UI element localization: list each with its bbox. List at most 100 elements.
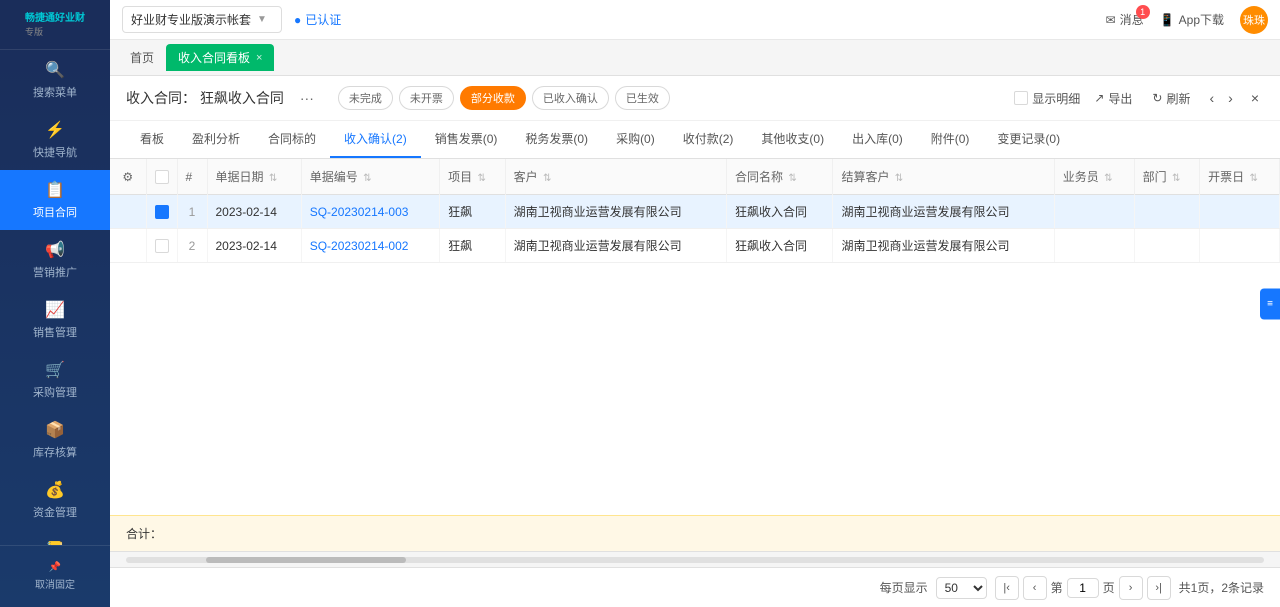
td-contract-name-0: 狂飙收入合同 bbox=[726, 195, 832, 229]
company-selector[interactable]: 好业财专业版演示帐套 ▼ bbox=[122, 6, 282, 33]
user-avatar[interactable]: 珠珠 bbox=[1240, 6, 1268, 34]
message-badge: 1 bbox=[1136, 5, 1150, 19]
per-page-select[interactable]: 50 20 100 bbox=[936, 577, 987, 599]
tab-profit[interactable]: 盈利分析 bbox=[178, 121, 254, 158]
td-gear-1 bbox=[110, 229, 146, 263]
th-settlement-customer[interactable]: 结算客户 ⇅ bbox=[833, 159, 1054, 195]
th-invoice-date[interactable]: 开票日 ⇅ bbox=[1200, 159, 1280, 195]
pagination: 每页显示 50 20 100 |‹ ‹ 第 页 › ›| 共1页，2条记录 bbox=[110, 567, 1280, 607]
header-actions: 显示明细 ↗ 导出 ↻ 刷新 ‹ › × bbox=[1014, 87, 1264, 110]
bill-no-link-0[interactable]: SQ-20230214-003 bbox=[310, 205, 409, 219]
table-row[interactable]: 1 2023-02-14 SQ-20230214-003 狂飙 湖南卫视商业运营… bbox=[110, 195, 1280, 229]
next-page-button[interactable]: › bbox=[1119, 576, 1143, 600]
sidebar-item-cancel-fixed[interactable]: 📌 取消固定 bbox=[0, 554, 110, 599]
scrollbar-thumb[interactable] bbox=[206, 557, 406, 563]
sidebar-item-purchase[interactable]: 🛒采购管理 bbox=[0, 350, 110, 410]
tab-other-income[interactable]: 其他收支(0) bbox=[747, 121, 838, 158]
bill-no-link-1[interactable]: SQ-20230214-002 bbox=[310, 239, 409, 253]
app-download-label: App下载 bbox=[1179, 11, 1224, 28]
td-invoice-date-0 bbox=[1200, 195, 1280, 229]
td-invoice-date-1 bbox=[1200, 229, 1280, 263]
sidebar-item-marketing[interactable]: 📢营销推广 bbox=[0, 230, 110, 290]
sidebar-label-funds: 资金管理 bbox=[33, 504, 77, 520]
th-contract-name[interactable]: 合同名称 ⇅ bbox=[726, 159, 832, 195]
sidebar-item-funds[interactable]: 💰 资金管理 bbox=[0, 470, 110, 530]
tab-label-other-income: 其他收支(0) bbox=[761, 132, 824, 146]
header-checkbox[interactable] bbox=[155, 170, 169, 184]
tab-board[interactable]: 看板 bbox=[126, 121, 178, 158]
page-content: 收入合同： 狂飙收入合同 ··· 未完成 未开票 部分收款 已收入确认 已生效 … bbox=[110, 76, 1280, 607]
right-panel-toggle[interactable]: ≡ bbox=[1260, 288, 1280, 319]
tab-payment[interactable]: 收付款(2) bbox=[669, 121, 748, 158]
th-project[interactable]: 项目 ⇅ bbox=[440, 159, 505, 195]
td-checkbox-0[interactable] bbox=[146, 195, 177, 229]
tab-change-log[interactable]: 变更记录(0) bbox=[983, 121, 1074, 158]
table-row[interactable]: 2 2023-02-14 SQ-20230214-002 狂飙 湖南卫视商业运营… bbox=[110, 229, 1280, 263]
first-page-button[interactable]: |‹ bbox=[995, 576, 1019, 600]
sidebar-item-sales[interactable]: 📈销售管理 bbox=[0, 290, 110, 350]
sidebar-item-general[interactable]: 📒总账管理 bbox=[0, 530, 110, 545]
certified-dot: ● bbox=[294, 13, 301, 27]
refresh-label: 刷新 bbox=[1166, 90, 1190, 107]
tab-sales-invoice[interactable]: 销售发票(0) bbox=[421, 121, 512, 158]
tab-home[interactable]: 首页 bbox=[122, 45, 162, 70]
status-partial-btn[interactable]: 部分收款 bbox=[460, 86, 526, 110]
more-options-button[interactable]: ··· bbox=[296, 90, 318, 106]
export-button[interactable]: ↗ 导出 bbox=[1088, 87, 1138, 110]
tab-tax-invoice[interactable]: 税务发票(0) bbox=[511, 121, 602, 158]
page-header: 收入合同： 狂飙收入合同 ··· 未完成 未开票 部分收款 已收入确认 已生效 … bbox=[110, 76, 1280, 121]
sidebar-item-inventory[interactable]: 📦库存核算 bbox=[0, 410, 110, 470]
th-department[interactable]: 部门 ⇅ bbox=[1134, 159, 1199, 195]
funds-icon: 💰 bbox=[45, 480, 65, 500]
th-salesperson[interactable]: 业务员 ⇅ bbox=[1054, 159, 1134, 195]
gear-icon[interactable]: ⚙ bbox=[122, 170, 133, 184]
status-incomplete-btn[interactable]: 未完成 bbox=[338, 86, 393, 110]
td-settlement-customer-0: 湖南卫视商业运营发展有限公司 bbox=[833, 195, 1054, 229]
sidebar-item-quick-nav[interactable]: ⚡快捷导航 bbox=[0, 110, 110, 170]
th-customer[interactable]: 客户 ⇅ bbox=[505, 159, 726, 195]
th-checkbox bbox=[146, 159, 177, 195]
inventory-icon: 📦 bbox=[45, 420, 65, 440]
sales-icon: 📈 bbox=[45, 300, 65, 320]
tab-warehousing[interactable]: 出入库(0) bbox=[838, 121, 917, 158]
prev-page-button[interactable]: ‹ bbox=[1023, 576, 1047, 600]
status-effective-btn[interactable]: 已生效 bbox=[615, 86, 670, 110]
row-checkbox-0[interactable] bbox=[155, 205, 169, 219]
message-button[interactable]: ✉ 1 消息 bbox=[1106, 11, 1144, 28]
refresh-button[interactable]: ↻ 刷新 bbox=[1146, 87, 1196, 110]
tab-attachment[interactable]: 附件(0) bbox=[917, 121, 984, 158]
status-confirmed-btn[interactable]: 已收入确认 bbox=[532, 86, 609, 110]
td-checkbox-1[interactable] bbox=[146, 229, 177, 263]
tab-income-confirm[interactable]: 收入确认(2) bbox=[330, 121, 421, 158]
tab-purchase[interactable]: 采购(0) bbox=[602, 121, 669, 158]
last-page-button[interactable]: ›| bbox=[1147, 576, 1171, 600]
logo-sub: 专版 bbox=[25, 25, 85, 38]
tab-label-payment: 收付款(2) bbox=[683, 132, 734, 146]
page-number-input[interactable] bbox=[1067, 578, 1099, 598]
page-input-wrap: 第 页 bbox=[1051, 578, 1115, 598]
total-info: 共1页，2条记录 bbox=[1179, 579, 1264, 596]
th-bill-no-label: 单据编号 bbox=[310, 170, 358, 184]
tab-income-contract[interactable]: 收入合同看板 × bbox=[166, 44, 274, 71]
refresh-icon: ↻ bbox=[1152, 91, 1162, 105]
next-arrow[interactable]: › bbox=[1223, 88, 1238, 108]
status-no-invoice-btn[interactable]: 未开票 bbox=[399, 86, 454, 110]
certified-badge: ● 已认证 bbox=[294, 11, 341, 28]
page-close-button[interactable]: × bbox=[1246, 88, 1264, 108]
tab-close-icon[interactable]: × bbox=[256, 52, 262, 64]
sidebar-label-search: 搜索菜单 bbox=[33, 84, 77, 100]
td-bill-no-0: SQ-20230214-003 bbox=[301, 195, 439, 229]
tab-label-warehousing: 出入库(0) bbox=[852, 132, 903, 146]
td-salesperson-1 bbox=[1054, 229, 1134, 263]
th-bill-no[interactable]: 单据编号 ⇅ bbox=[301, 159, 439, 195]
sidebar-item-search[interactable]: 🔍搜索菜单 bbox=[0, 50, 110, 110]
sidebar-item-project-contract[interactable]: 📋项目合同 bbox=[0, 170, 110, 230]
show-detail-toggle[interactable]: 显示明细 bbox=[1014, 90, 1080, 107]
th-date[interactable]: 单据日期 ⇅ bbox=[207, 159, 301, 195]
prev-arrow[interactable]: ‹ bbox=[1204, 88, 1219, 108]
inner-tabs: 看板盈利分析合同标的收入确认(2)销售发票(0)税务发票(0)采购(0) 收付款(… bbox=[110, 121, 1280, 159]
tab-contract-standard[interactable]: 合同标的 bbox=[254, 121, 330, 158]
app-download-button[interactable]: 📱 App下载 bbox=[1160, 11, 1224, 28]
row-checkbox-1[interactable] bbox=[155, 239, 169, 253]
horizontal-scrollbar[interactable] bbox=[110, 551, 1280, 567]
